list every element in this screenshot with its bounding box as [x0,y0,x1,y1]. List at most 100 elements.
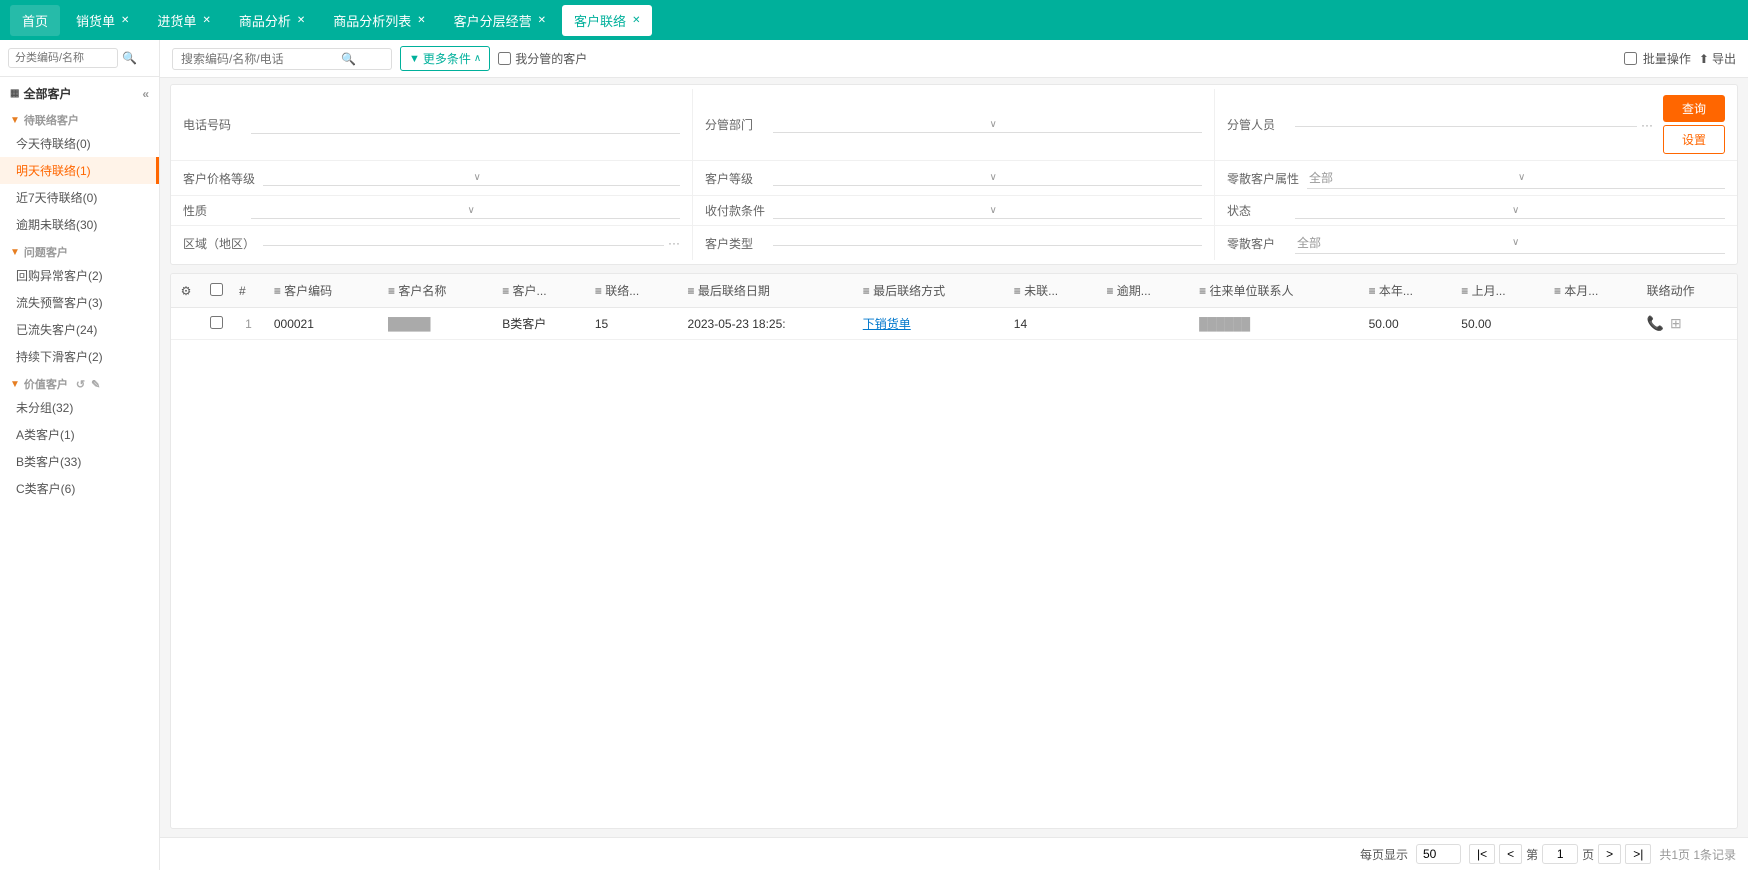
row-this-month [1546,308,1639,340]
nav-item-sales[interactable]: 销货单 ✕ [64,5,141,36]
sidebar-item-declining[interactable]: 持续下滑客户(2) [0,343,159,370]
col-name[interactable]: ≡ 客户名称 [380,274,494,308]
col-last-way[interactable]: ≡ 最后联络方式 [855,274,1006,308]
my-customers-check[interactable] [498,52,511,65]
next-page-btn[interactable]: > [1598,844,1621,864]
nav-close-purchase[interactable]: ✕ [202,15,210,26]
row-select-checkbox[interactable] [210,316,223,329]
sidebar-item-churn-warning[interactable]: 流失预警客户(3) [0,289,159,316]
filter-dept-select[interactable]: ∨ [773,117,1202,133]
first-page-btn[interactable]: |< [1469,844,1495,864]
query-button[interactable]: 查询 [1663,95,1725,122]
more-filter-btn[interactable]: ▼ 更多条件 ∧ [400,46,490,71]
row-uncontacted: 14 [1006,308,1099,340]
sidebar-item-ungrouped[interactable]: 未分组(32) [0,394,159,421]
filter-phone-input[interactable] [251,115,680,134]
filter-payment-arrow-icon: ∨ [990,205,1201,216]
nav-item-customer-contact[interactable]: 客户联络 ✕ [562,5,652,36]
nav-label-home: 首页 [22,11,48,30]
row-last-way[interactable]: 下销货单 [855,308,1006,340]
filter-manager-more-icon[interactable]: ··· [1641,118,1653,132]
action-phone-icon[interactable]: 📞 [1647,315,1664,332]
sidebar-all-customers[interactable]: ▦ 全部客户 « [0,77,159,106]
filter-region-more-icon[interactable]: ··· [668,236,680,250]
col-contacts[interactable]: ≡ 联络... [587,274,680,308]
filter-panel: 电话号码 分管部门 ∨ 分管人员 ··· [170,84,1738,265]
value-refresh-icon[interactable]: ↺ [76,378,85,391]
nav-close-customer-contact[interactable]: ✕ [632,15,640,26]
col-unit-contact[interactable]: ≡ 往来单位联系人 [1191,274,1360,308]
col-action: 联络动作 [1639,274,1737,308]
sidebar-item-class-c[interactable]: C类客户(6) [0,475,159,502]
filter-retail-customer-select[interactable]: 全部 ∨ [1295,232,1725,254]
filter-price-level-select[interactable]: ∨ [263,170,680,186]
batch-check[interactable] [1624,52,1637,65]
page-size-select[interactable]: 50 20 100 [1416,844,1461,864]
nav-close-product-list[interactable]: ✕ [417,15,425,26]
sidebar-item-repurchase-label: 回购异常客户(2) [16,269,103,283]
row-level: B类客户 [494,308,587,340]
export-btn[interactable]: ⬆ 导出 [1699,50,1736,67]
sidebar-item-class-b[interactable]: B类客户(33) [0,448,159,475]
filter-nature-select[interactable]: ∨ [251,203,680,219]
sidebar-item-repurchase-anomaly[interactable]: 回购异常客户(2) [0,262,159,289]
nav-close-sales[interactable]: ✕ [121,15,129,26]
nav-item-home[interactable]: 首页 [10,5,60,36]
col-code[interactable]: ≡ 客户编码 [266,274,380,308]
sidebar-item-class-a-label: A类客户(1) [16,428,75,442]
filter-retail-attr-select[interactable]: 全部 ∨ [1307,167,1725,189]
filter-status-select[interactable]: ∨ [1295,203,1725,219]
batch-op-btn[interactable]: 批量操作 [1624,50,1691,67]
filter-customer-type: 客户类型 [693,226,1215,260]
filter-retail-customer-value: 全部 [1297,234,1508,251]
col-last-date[interactable]: ≡ 最后联络日期 [680,274,855,308]
nav-item-product-list[interactable]: 商品分析列表 ✕ [321,5,437,36]
filter-nature-arrow-icon: ∨ [468,205,679,216]
nav-item-customer-ops[interactable]: 客户分层经营 ✕ [442,5,558,36]
export-label: 导出 [1712,50,1736,67]
sidebar-item-class-a[interactable]: A类客户(1) [0,421,159,448]
sidebar-item-churned[interactable]: 已流失客户(24) [0,316,159,343]
nav-item-purchase[interactable]: 进货单 ✕ [145,5,222,36]
set-button[interactable]: 设置 [1663,125,1725,154]
filter-region-select[interactable] [263,241,664,246]
select-all-checkbox[interactable] [210,283,223,296]
last-page-btn[interactable]: >| [1625,844,1651,864]
col-last-month[interactable]: ≡ 上月... [1453,274,1546,308]
row-unit-contact: ██████ [1191,308,1360,340]
sidebar-item-today[interactable]: 今天待联络(0) [0,130,159,157]
row-last-month: 50.00 [1453,308,1546,340]
filter-arrow-icon: ∧ [474,53,481,64]
sidebar-collapse-icon[interactable]: « [142,87,149,101]
search-icon[interactable]: 🔍 [341,52,356,66]
row-last-date: 2023-05-23 18:25: [680,308,855,340]
filter-customer-type-select[interactable] [773,241,1202,246]
page-number-input[interactable] [1542,844,1578,864]
col-overdue[interactable]: ≡ 逾期... [1098,274,1191,308]
col-checkbox[interactable] [201,274,231,308]
prev-page-btn[interactable]: < [1499,844,1522,864]
sidebar-search-icon[interactable]: 🔍 [122,51,137,65]
col-this-year[interactable]: ≡ 本年... [1361,274,1454,308]
my-customers-checkbox[interactable]: 我分管的客户 [498,50,587,67]
nav-item-product-analysis[interactable]: 商品分析 ✕ [227,5,317,36]
table-header-row: ⚙ # ≡ 客户编码 ≡ 客户名称 ≡ 客户... ≡ 联络... ≡ 最后联络… [171,274,1737,308]
col-level[interactable]: ≡ 客户... [494,274,587,308]
filter-customer-level-select[interactable]: ∨ [773,170,1202,186]
sidebar-item-7days[interactable]: 近7天待联络(0) [0,184,159,211]
col-this-month[interactable]: ≡ 本月... [1546,274,1639,308]
row-checkbox[interactable] [201,308,231,340]
filter-retail-attr-label: 零散客户属性 [1227,170,1299,187]
filter-manager-select[interactable] [1295,122,1637,127]
nav-close-product-analysis[interactable]: ✕ [297,15,305,26]
sidebar-search-input[interactable] [8,48,118,68]
action-grid-icon[interactable]: ⊞ [1670,315,1682,332]
value-edit-icon[interactable]: ✎ [91,378,100,391]
sidebar-item-overdue[interactable]: 逾期未联络(30) [0,211,159,238]
nav-close-customer-ops[interactable]: ✕ [538,15,546,26]
filter-payment-select[interactable]: ∨ [773,203,1202,219]
sidebar-item-tomorrow[interactable]: 明天待联络(1) [0,157,159,184]
search-input[interactable] [181,52,341,66]
col-uncontacted[interactable]: ≡ 未联... [1006,274,1099,308]
col-settings[interactable]: ⚙ [171,274,201,308]
